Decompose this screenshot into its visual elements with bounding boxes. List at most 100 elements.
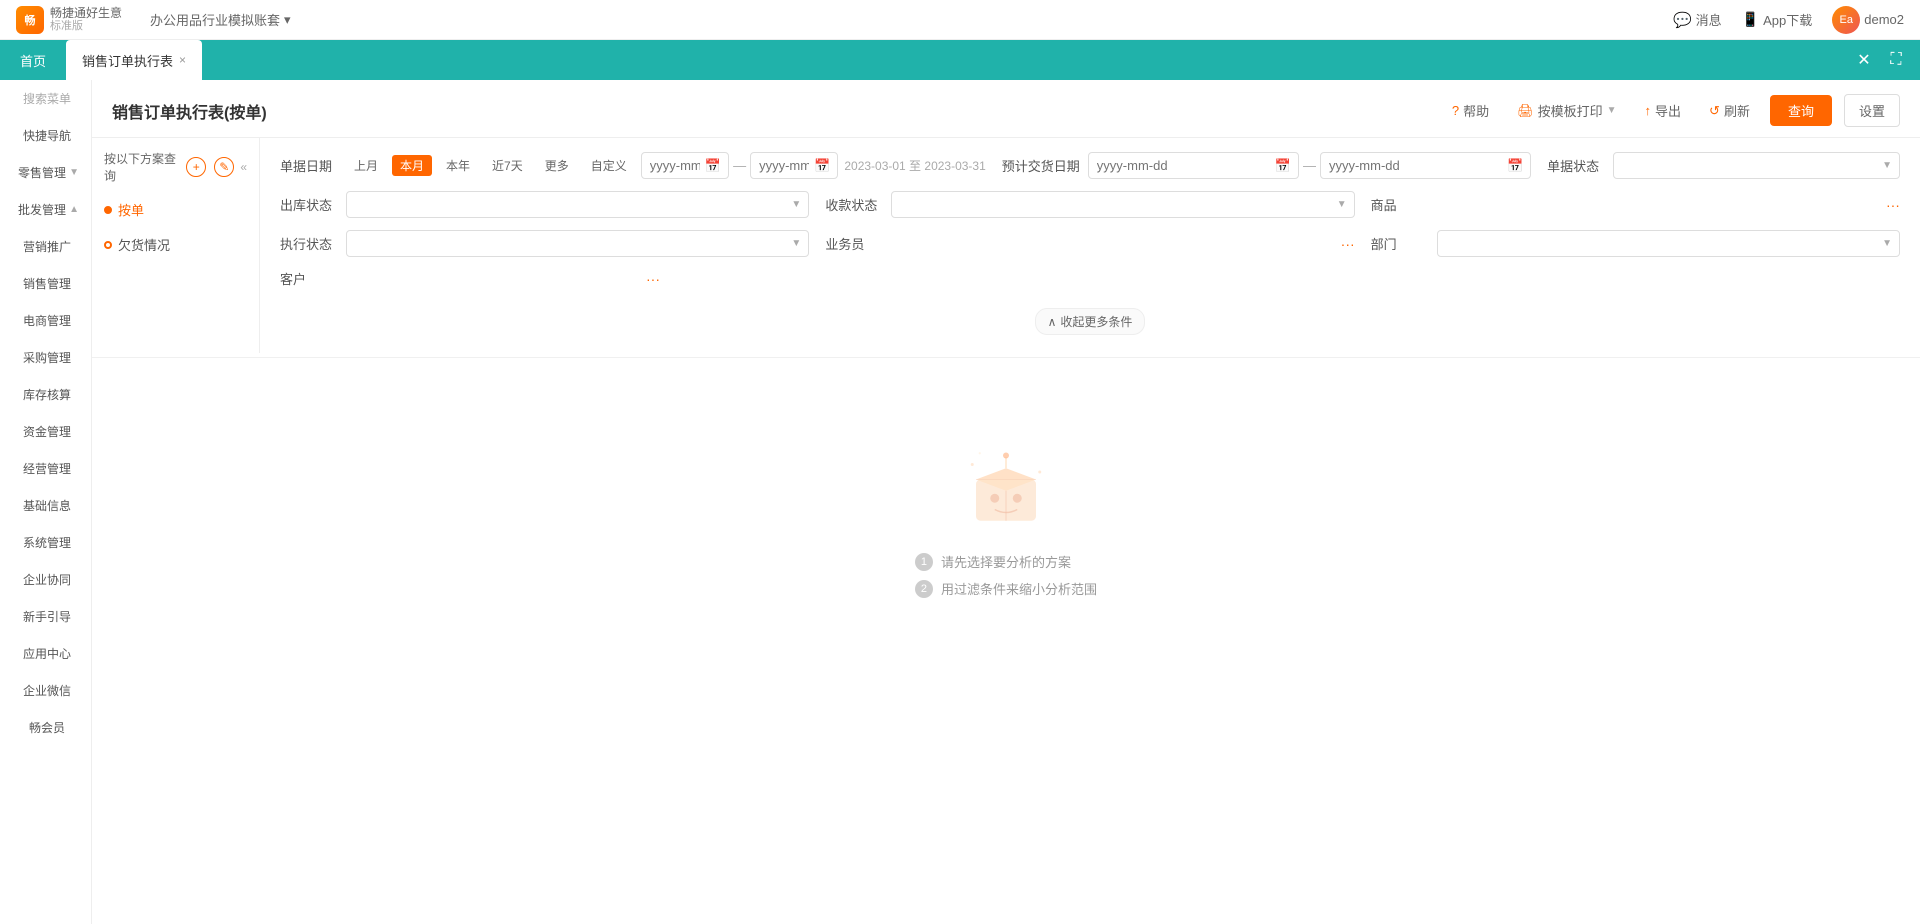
- order-status-select[interactable]: [1613, 152, 1900, 179]
- date-range-wrap: 📅 — 📅: [641, 152, 839, 179]
- sidebar-retail-label: 零售管理: [15, 164, 69, 181]
- window-close-icon[interactable]: ✕: [1852, 48, 1876, 72]
- query-button[interactable]: 查询: [1770, 95, 1832, 126]
- shipment-status-select-wrap: ▼: [346, 191, 809, 218]
- sidebar-quick-nav-label: 快捷导航: [23, 129, 71, 143]
- collapse-panel-button[interactable]: «: [240, 160, 247, 174]
- scheme-item-欠货情况[interactable]: 欠货情况: [92, 227, 259, 262]
- tab-bar-right: ✕ ⛶: [1852, 48, 1920, 72]
- sidebar-item-basic[interactable]: 基础信息: [0, 487, 91, 524]
- sidebar-item-system[interactable]: 系统管理: [0, 524, 91, 561]
- download-icon: 📱: [1742, 11, 1759, 28]
- goods-label: 商品: [1371, 195, 1431, 214]
- sidebar-item-member[interactable]: 畅会员: [0, 709, 91, 746]
- expected-date-filter: 预计交货日期 📅 — 📅: [1002, 152, 1531, 179]
- date-more-btn[interactable]: 更多: [537, 155, 577, 176]
- expected-end-wrap: 📅: [1320, 152, 1531, 179]
- scheme-label-欠货情况: 欠货情况: [118, 235, 170, 254]
- left-panel-title: 按以下方案查询: [104, 150, 180, 184]
- sidebar-item-retail[interactable]: 零售管理 ▼: [0, 154, 91, 191]
- sidebar-item-finance[interactable]: 资金管理: [0, 413, 91, 450]
- payment-status-filter: 收款状态 ▼: [825, 191, 1354, 218]
- salesperson-label: 业务员: [825, 234, 885, 253]
- help-button[interactable]: ? 帮助: [1444, 97, 1497, 124]
- shipment-status-select[interactable]: [346, 191, 809, 218]
- logo-icon: 畅: [16, 6, 44, 34]
- sidebar-item-marketing[interactable]: 营销推广: [0, 228, 91, 265]
- sidebar-item-newbie[interactable]: 新手引导: [0, 598, 91, 635]
- department-select[interactable]: [1437, 230, 1900, 257]
- breadcrumb-arrow-icon[interactable]: ▾: [284, 12, 291, 28]
- sidebar-item-operation[interactable]: 经营管理: [0, 450, 91, 487]
- edit-scheme-icon: ✎: [219, 160, 229, 174]
- date-start-input[interactable]: [641, 152, 729, 179]
- empty-state: 1 请先选择要分析的方案 2 用过滤条件来缩小分析范围: [92, 362, 1920, 678]
- collapse-more-button[interactable]: ∧ 收起更多条件: [1035, 308, 1146, 335]
- logo-label: 标准版: [50, 20, 122, 33]
- scheme-item-按单[interactable]: 按单: [92, 192, 259, 227]
- export-button[interactable]: ↑ 导出: [1637, 97, 1690, 124]
- date-end-input[interactable]: [750, 152, 838, 179]
- sidebar-item-wholesale[interactable]: 批发管理 ▲: [0, 191, 91, 228]
- date-this-year-btn[interactable]: 本年: [438, 155, 478, 176]
- edit-scheme-button[interactable]: ✎: [214, 157, 234, 177]
- payment-status-label: 收款状态: [825, 195, 885, 214]
- app-download-button[interactable]: 📱 App下载: [1742, 10, 1813, 29]
- expected-end-input[interactable]: [1320, 152, 1531, 179]
- sidebar-item-appstore[interactable]: 应用中心: [0, 635, 91, 672]
- payment-status-select[interactable]: [891, 191, 1354, 218]
- sidebar-quick-nav[interactable]: 快捷导航: [0, 117, 91, 154]
- top-bar-right: 💬 消息 📱 App下载 Ea demo2: [1673, 6, 1904, 34]
- date-start-wrap: 📅: [641, 152, 729, 179]
- customer-input-area: ···: [346, 271, 660, 287]
- print-button[interactable]: 🖨 按模板打印 ▼: [1509, 97, 1624, 124]
- expected-start-input[interactable]: [1088, 152, 1299, 179]
- customer-filter: 客户 ···: [280, 269, 660, 288]
- tab-home[interactable]: 首页: [0, 40, 66, 80]
- expected-date-label: 预计交货日期: [1002, 156, 1082, 175]
- tab-close-icon[interactable]: ×: [179, 53, 186, 67]
- date-custom-btn[interactable]: 自定义: [583, 155, 635, 176]
- collapse-row: ∧ 收起更多条件: [280, 300, 1900, 339]
- message-label: 消息: [1696, 10, 1722, 29]
- date-this-month-btn[interactable]: 本月: [392, 155, 432, 176]
- sidebar-item-sales[interactable]: 销售管理: [0, 265, 91, 302]
- add-scheme-button[interactable]: +: [186, 157, 206, 177]
- sidebar-item-inventory[interactable]: 库存核算: [0, 376, 91, 413]
- breadcrumb-text: 办公用品行业模拟账套: [150, 10, 280, 29]
- date-last-month-btn[interactable]: 上月: [346, 155, 386, 176]
- tab-active-label: 销售订单执行表: [82, 51, 173, 70]
- print-dropdown-icon: ▼: [1607, 105, 1617, 116]
- help-label: 帮助: [1463, 101, 1489, 120]
- tab-home-label: 首页: [20, 51, 46, 70]
- message-button[interactable]: 💬 消息: [1673, 10, 1722, 29]
- date-dash: —: [733, 158, 746, 173]
- shipment-status-filter: 出库状态 ▼: [280, 191, 809, 218]
- tip-num-2: 2: [915, 580, 933, 598]
- date-quick-buttons: 上月 本月 本年 近7天 更多 自定义: [346, 155, 635, 176]
- customer-dots-button[interactable]: ···: [646, 271, 660, 287]
- refresh-button[interactable]: ↺ 刷新: [1701, 97, 1758, 124]
- sidebar-item-ecommerce[interactable]: 电商管理: [0, 302, 91, 339]
- user-area[interactable]: Ea demo2: [1832, 6, 1904, 34]
- settings-button[interactable]: 设置: [1844, 94, 1900, 127]
- tab-bar: 首页 销售订单执行表 × ✕ ⛶: [0, 40, 1920, 80]
- sidebar-item-purchase[interactable]: 采购管理: [0, 339, 91, 376]
- sidebar-item-enterprise[interactable]: 企业协同: [0, 561, 91, 598]
- tab-sales-order[interactable]: 销售订单执行表 ×: [66, 40, 202, 80]
- salesperson-dots-button[interactable]: ···: [1341, 236, 1355, 252]
- sidebar-search[interactable]: 搜索菜单: [0, 80, 91, 117]
- execution-status-select-wrap: ▼: [346, 230, 809, 257]
- empty-tip-1: 1 请先选择要分析的方案: [915, 552, 1097, 571]
- salesperson-filter: 业务员 ···: [825, 234, 1354, 253]
- window-expand-icon[interactable]: ⛶: [1884, 48, 1908, 72]
- page-container: 销售订单执行表(按单) ? 帮助 🖨 按模板打印 ▼ ↑ 导出: [92, 80, 1920, 924]
- goods-dots-button[interactable]: ···: [1886, 197, 1900, 213]
- payment-status-select-wrap: ▼: [891, 191, 1354, 218]
- sidebar-item-wechat[interactable]: 企业微信: [0, 672, 91, 709]
- empty-tip-2: 2 用过滤条件来缩小分析范围: [915, 579, 1097, 598]
- main-layout: 搜索菜单 快捷导航 零售管理 ▼ 批发管理 ▲ 营销推广 销售管理 电商管理 采…: [0, 80, 1920, 924]
- execution-status-select[interactable]: [346, 230, 809, 257]
- date-last7-btn[interactable]: 近7天: [484, 155, 531, 176]
- content-area: 销售订单执行表(按单) ? 帮助 🖨 按模板打印 ▼ ↑ 导出: [92, 80, 1920, 924]
